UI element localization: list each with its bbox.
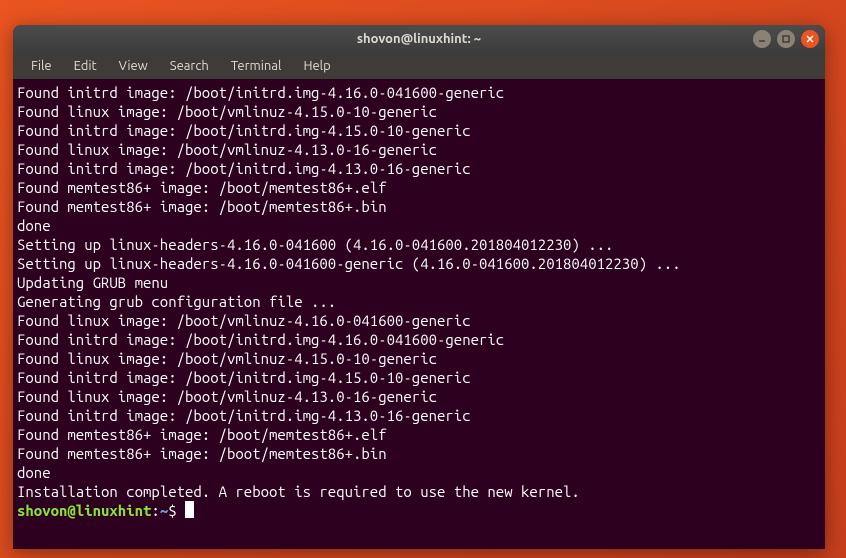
close-icon — [806, 35, 814, 43]
output-line: Found linux image: /boot/vmlinuz-4.13.0-… — [17, 140, 821, 159]
output-line: Found memtest86+ image: /boot/memtest86+… — [17, 425, 821, 444]
output-line: Setting up linux-headers-4.16.0-041600-g… — [17, 254, 821, 273]
output-line: Found initrd image: /boot/initrd.img-4.1… — [17, 406, 821, 425]
output-line: Generating grub configuration file ... — [17, 292, 821, 311]
minimize-icon — [758, 35, 766, 43]
output-line: Found linux image: /boot/vmlinuz-4.15.0-… — [17, 102, 821, 121]
output-line: Found linux image: /boot/vmlinuz-4.13.0-… — [17, 387, 821, 406]
output-line: Setting up linux-headers-4.16.0-041600 (… — [17, 235, 821, 254]
prompt-colon: : — [151, 502, 159, 519]
terminal-body[interactable]: Found initrd image: /boot/initrd.img-4.1… — [13, 79, 825, 549]
output-line: Found initrd image: /boot/initrd.img-4.1… — [17, 121, 821, 140]
titlebar[interactable]: shovon@linuxhint: ~ — [13, 25, 825, 53]
minimize-button[interactable] — [753, 30, 771, 48]
window-title: shovon@linuxhint: ~ — [357, 32, 481, 46]
output-line: Found linux image: /boot/vmlinuz-4.16.0-… — [17, 311, 821, 330]
prompt-path: ~ — [160, 502, 168, 519]
menu-file[interactable]: File — [21, 55, 62, 77]
terminal-window: shovon@linuxhint: ~ File Edit View Searc… — [13, 25, 825, 549]
output-line: Found initrd image: /boot/initrd.img-4.1… — [17, 368, 821, 387]
output-line: Found memtest86+ image: /boot/memtest86+… — [17, 178, 821, 197]
menu-view[interactable]: View — [109, 55, 158, 77]
cursor — [185, 501, 194, 518]
prompt-dollar: $ — [168, 502, 185, 519]
prompt-user-host: shovon@linuxhint — [17, 502, 151, 519]
maximize-button[interactable] — [777, 30, 795, 48]
output-line: Found initrd image: /boot/initrd.img-4.1… — [17, 159, 821, 178]
output-line: Found memtest86+ image: /boot/memtest86+… — [17, 444, 821, 463]
output-line: Found memtest86+ image: /boot/memtest86+… — [17, 197, 821, 216]
menu-help[interactable]: Help — [293, 55, 340, 77]
output-line: Installation completed. A reboot is requ… — [17, 482, 821, 501]
menu-search[interactable]: Search — [160, 55, 219, 77]
menu-edit[interactable]: Edit — [64, 55, 107, 77]
output-line: Found linux image: /boot/vmlinuz-4.15.0-… — [17, 349, 821, 368]
output-line: done — [17, 216, 821, 235]
maximize-icon — [782, 35, 790, 43]
output-line: Updating GRUB menu — [17, 273, 821, 292]
prompt-line: shovon@linuxhint:~$ — [17, 501, 821, 520]
close-button[interactable] — [801, 30, 819, 48]
window-controls — [753, 30, 819, 48]
output-line: Found initrd image: /boot/initrd.img-4.1… — [17, 83, 821, 102]
output-line: Found initrd image: /boot/initrd.img-4.1… — [17, 330, 821, 349]
menubar: File Edit View Search Terminal Help — [13, 53, 825, 79]
menu-terminal[interactable]: Terminal — [221, 55, 292, 77]
output-line: done — [17, 463, 821, 482]
